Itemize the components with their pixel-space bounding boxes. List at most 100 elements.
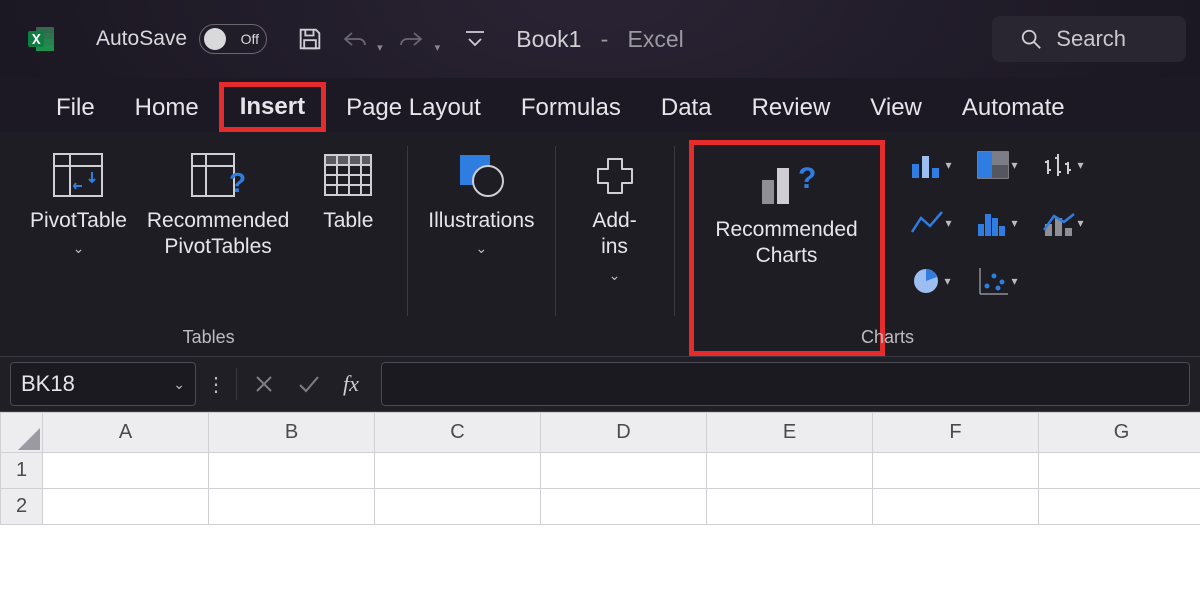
illustrations-icon (454, 146, 508, 204)
search-box[interactable]: Search (992, 16, 1186, 62)
ribbon-group-illustrations: Illustrations ⌄ (408, 132, 554, 356)
ribbon-group-charts: ? Recommended Charts ▾ ▾ ▾ ▾ (675, 132, 1101, 356)
ribbon-group-addins: Add- ins ⌄ (556, 132, 674, 356)
pivottable-label: PivotTable (30, 208, 127, 234)
hierarchy-chart-button[interactable]: ▾ (965, 140, 1029, 190)
column-chart-button[interactable]: ▾ (899, 140, 963, 190)
cell[interactable] (375, 453, 541, 489)
histogram-chart-button[interactable]: ▾ (965, 198, 1029, 248)
table-button[interactable]: Table (303, 140, 393, 356)
formula-input[interactable] (381, 362, 1190, 406)
chevron-down-icon: ⌄ (476, 240, 488, 257)
column-header[interactable]: C (375, 413, 541, 453)
tab-data[interactable]: Data (641, 84, 732, 132)
recommended-pivottables-label: Recommended PivotTables (147, 208, 289, 261)
cell[interactable] (375, 489, 541, 525)
column-header[interactable]: F (873, 413, 1039, 453)
group-label-tables: Tables (10, 327, 407, 348)
autosave-label: AutoSave (96, 27, 187, 51)
addins-icon (590, 146, 640, 204)
cell[interactable] (873, 489, 1039, 525)
recommended-pivottables-button[interactable]: ? Recommended PivotTables (141, 140, 295, 356)
chevron-down-icon: ⌄ (609, 267, 621, 284)
stock-chart-button[interactable]: ▾ (1031, 140, 1095, 190)
column-header[interactable]: E (707, 413, 873, 453)
row-header[interactable]: 2 (1, 489, 43, 525)
cell[interactable] (43, 453, 209, 489)
illustrations-button[interactable]: Illustrations ⌄ (422, 140, 540, 356)
tab-file[interactable]: File (36, 84, 115, 132)
tab-formulas[interactable]: Formulas (501, 84, 641, 132)
addins-button[interactable]: Add- ins ⌄ (570, 140, 660, 356)
pie-chart-button[interactable]: ▾ (899, 256, 963, 306)
line-chart-button[interactable]: ▾ (899, 198, 963, 248)
cell[interactable] (209, 489, 375, 525)
undo-dropdown-icon[interactable]: ▾ (377, 41, 383, 54)
insert-function-button[interactable]: fx (337, 371, 365, 397)
chevron-down-icon: ⌄ (73, 240, 85, 257)
tab-automate[interactable]: Automate (942, 84, 1085, 132)
accept-formula-button[interactable] (291, 373, 327, 395)
separator (236, 368, 237, 400)
cell[interactable] (1039, 489, 1200, 525)
table-icon (323, 146, 373, 204)
document-title: Book1 - Excel (516, 26, 683, 53)
save-button[interactable] (291, 21, 329, 57)
svg-text:?: ? (229, 167, 246, 198)
scatter-chart-button[interactable]: ▾ (965, 256, 1029, 306)
column-header[interactable]: D (541, 413, 707, 453)
ribbon-group-tables: PivotTable ⌄ ? Recommended PivotTables (10, 132, 407, 356)
name-box[interactable]: BK18 ⌄ (10, 362, 196, 406)
pivottable-button[interactable]: PivotTable ⌄ (24, 140, 133, 356)
doc-name: Book1 (516, 26, 581, 52)
sheet-row: 2 (1, 489, 1200, 525)
search-placeholder: Search (1056, 26, 1126, 52)
cell[interactable] (873, 453, 1039, 489)
vertical-ellipsis-icon[interactable]: ⋮ (206, 372, 226, 397)
cell[interactable] (1039, 453, 1200, 489)
title-separator: - (588, 26, 621, 52)
title-bar: AutoSave Off ▾ ▾ Book1 - Excel (0, 0, 1200, 78)
app-name: Excel (627, 26, 683, 52)
redo-button[interactable] (393, 21, 431, 57)
column-header[interactable]: B (209, 413, 375, 453)
qat-customize-button[interactable] (456, 21, 494, 57)
select-all-corner[interactable] (1, 413, 43, 453)
recommended-charts-button[interactable]: ? Recommended Charts (702, 149, 872, 276)
cell[interactable] (209, 453, 375, 489)
cancel-formula-button[interactable] (247, 373, 281, 395)
cell[interactable] (43, 489, 209, 525)
svg-text:?: ? (798, 162, 816, 195)
cell[interactable] (541, 489, 707, 525)
tab-insert[interactable]: Insert (219, 82, 326, 132)
illustrations-label: Illustrations (428, 208, 534, 234)
column-header[interactable]: G (1039, 413, 1200, 453)
sheet-row: 1 (1, 453, 1200, 489)
toggle-knob-icon (204, 28, 226, 50)
autosave-toggle[interactable]: Off (199, 24, 267, 54)
row-header[interactable]: 1 (1, 453, 43, 489)
cell[interactable] (541, 453, 707, 489)
recommended-charts-icon: ? (756, 155, 818, 213)
worksheet-grid[interactable]: A B C D E F G 1 2 (0, 412, 1200, 600)
excel-app-icon (28, 25, 56, 53)
cell[interactable] (707, 453, 873, 489)
column-header-row: A B C D E F G (1, 413, 1200, 453)
combo-chart-button[interactable]: ▾ (1031, 198, 1095, 248)
tab-review[interactable]: Review (732, 84, 851, 132)
formula-bar: BK18 ⌄ ⋮ fx (0, 356, 1200, 412)
pivottable-icon (52, 146, 104, 204)
autosave-state: Off (241, 31, 259, 47)
redo-dropdown-icon[interactable]: ▾ (435, 41, 441, 54)
tab-home[interactable]: Home (115, 84, 219, 132)
recommended-charts-label: Recommended Charts (715, 217, 857, 270)
column-header[interactable]: A (43, 413, 209, 453)
tab-view[interactable]: View (850, 84, 942, 132)
chart-type-grid: ▾ ▾ ▾ ▾ ▾ ▾ ▾ (899, 140, 1095, 356)
tab-page-layout[interactable]: Page Layout (326, 84, 501, 132)
addins-label: Add- ins (592, 208, 636, 261)
cell-reference: BK18 (21, 371, 75, 397)
undo-button[interactable] (335, 21, 373, 57)
cell[interactable] (707, 489, 873, 525)
ribbon-tab-strip: File Home Insert Page Layout Formulas Da… (0, 78, 1200, 132)
